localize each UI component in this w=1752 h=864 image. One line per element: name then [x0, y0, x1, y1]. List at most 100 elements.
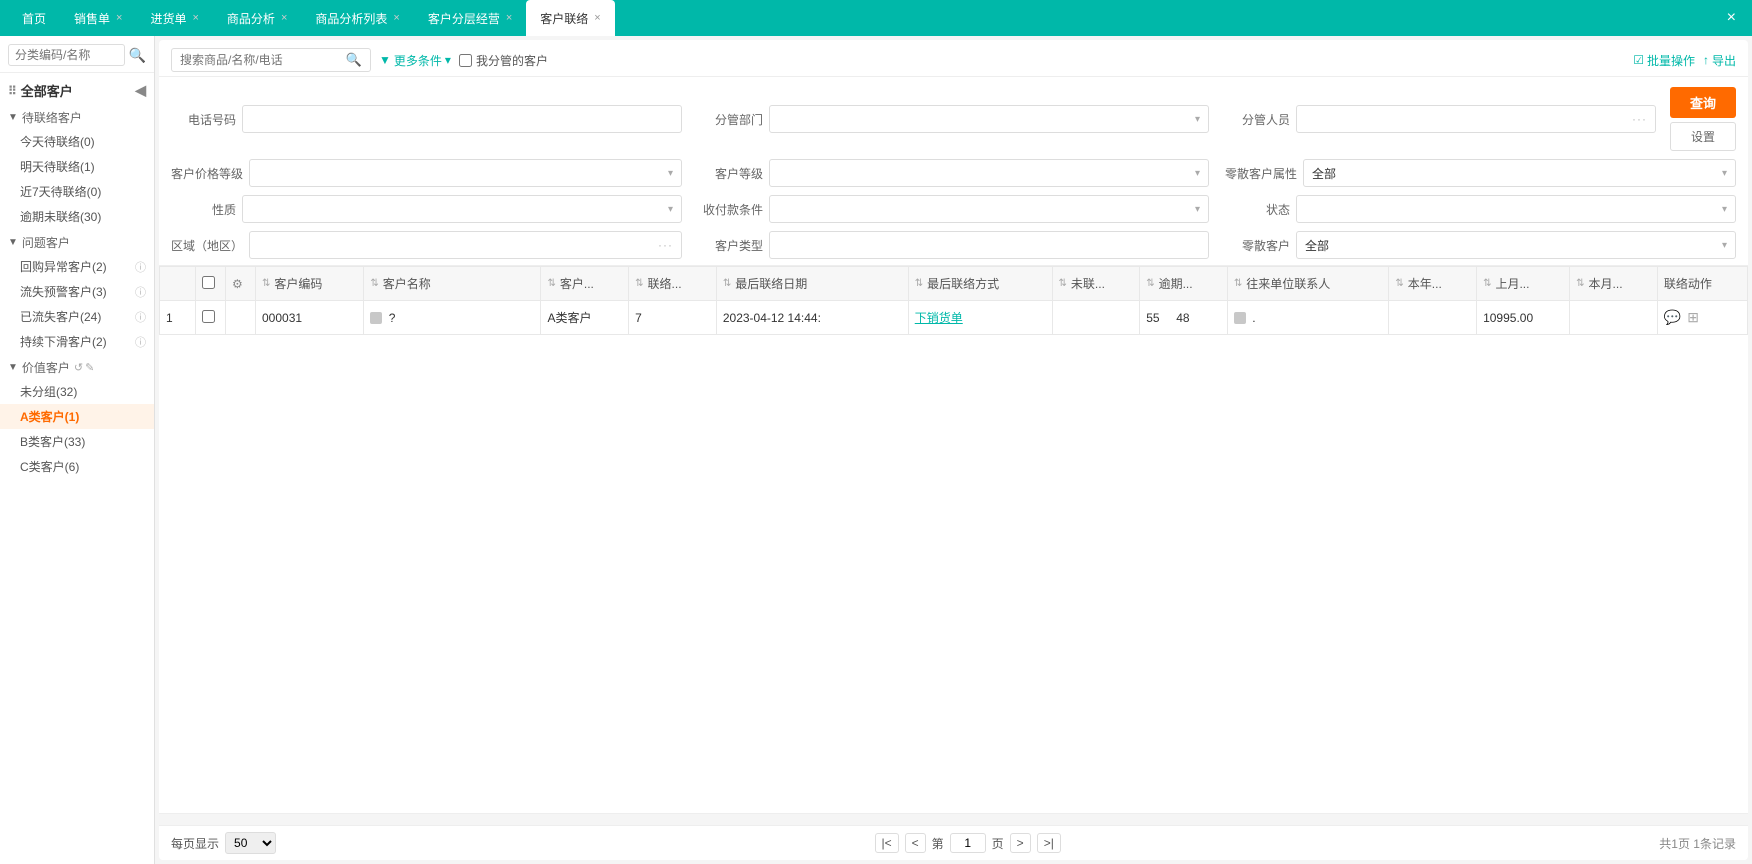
filter-retail: 零散客户 全部 ▾: [1225, 231, 1736, 259]
cust-level-chevron: ▾: [1195, 168, 1200, 179]
query-button[interactable]: 查询: [1670, 87, 1736, 118]
this-month-sort-icon: ⇅: [1576, 278, 1584, 289]
retail-select[interactable]: 全部 ▾: [1296, 231, 1736, 259]
cell-action: 💬 ⊞: [1657, 301, 1747, 335]
cust-type-input[interactable]: [769, 231, 1209, 259]
sidebar-item-c-customers[interactable]: C类客户(6): [0, 454, 154, 479]
price-level-select[interactable]: ▾: [249, 159, 682, 187]
region-label: 区域（地区）: [171, 237, 243, 254]
horizontal-scrollbar[interactable]: [159, 813, 1748, 825]
sidebar-search-input[interactable]: [8, 44, 125, 66]
nav-customer-tier[interactable]: 客户分层经营 ×: [414, 0, 526, 36]
nature-label: 性质: [171, 201, 236, 218]
manager-input[interactable]: ···: [1296, 105, 1656, 133]
sidebar-item-unclassified[interactable]: 未分组(32): [0, 379, 154, 404]
batch-op-btn[interactable]: ☑ 批量操作: [1633, 52, 1695, 69]
status-select[interactable]: ▾: [1296, 195, 1736, 223]
filter-region: 区域（地区） ···: [171, 231, 682, 259]
filter-price-level: 客户价格等级 ▾: [171, 159, 682, 187]
nav-customer-contact[interactable]: 客户联络 ×: [526, 0, 614, 36]
cust-type-label: 客户类型: [698, 237, 763, 254]
grid-action-icon[interactable]: ⊞: [1687, 309, 1699, 326]
export-btn[interactable]: ↑ 导出: [1703, 52, 1736, 69]
unit-sort-icon: ⇅: [1234, 278, 1242, 289]
nav-sales-close[interactable]: ×: [116, 12, 122, 24]
filter-cust-type: 客户类型: [698, 231, 1209, 259]
top-navigation: 首页 销售单 × 进货单 × 商品分析 × 商品分析列表 × 客户分层经营 × …: [0, 0, 1752, 36]
sidebar-collapse-icon[interactable]: ◀: [135, 82, 146, 99]
nav-product-list-close[interactable]: ×: [393, 12, 399, 24]
retail-attr-select[interactable]: 全部 ▾: [1303, 159, 1736, 187]
cust-level-select[interactable]: ▾: [769, 159, 1209, 187]
my-customers-checkbox[interactable]: [459, 54, 472, 67]
dept-select[interactable]: ▾: [769, 105, 1209, 133]
nav-product-analysis[interactable]: 商品分析 ×: [213, 0, 301, 36]
nav-purchase[interactable]: 进货单 ×: [136, 0, 212, 36]
nav-purchase-close[interactable]: ×: [192, 12, 198, 24]
section-pending-contact[interactable]: ▼ 待联络客户: [0, 104, 154, 129]
col-settings-icon: ⚙: [226, 267, 256, 301]
info-icon-2: ⓘ: [135, 284, 146, 300]
next-page-btn[interactable]: >: [1010, 833, 1031, 853]
main-search-input[interactable]: [180, 53, 342, 67]
payment-select[interactable]: ▾: [769, 195, 1209, 223]
refresh-icon[interactable]: ↺: [74, 361, 83, 374]
nature-select[interactable]: ▾: [242, 195, 682, 223]
export-icon: ↑: [1703, 53, 1709, 67]
prev-page-btn[interactable]: <: [905, 833, 926, 853]
col-contact: ⇅ 联络...: [629, 267, 717, 301]
sidebar-item-overdue[interactable]: 逾期未联络(30): [0, 204, 154, 229]
sidebar-item-b-customers[interactable]: B类客户(33): [0, 429, 154, 454]
chevron-down-icon: ▾: [445, 53, 451, 67]
sidebar-search-icon[interactable]: 🔍: [129, 47, 146, 64]
nav-sales[interactable]: 销售单 ×: [60, 0, 136, 36]
retail-chevron: ▾: [1722, 240, 1727, 251]
more-conditions-btn[interactable]: ▼ 更多条件 ▾: [379, 52, 451, 69]
all-customers-label: 全部客户: [21, 81, 73, 100]
last-method-link[interactable]: 下销货单: [915, 311, 963, 325]
filter-bar-right: ☑ 批量操作 ↑ 导出: [1633, 52, 1736, 69]
code-sort-icon: ⇅: [262, 278, 270, 289]
sidebar-item-churn-warning[interactable]: 流失预警客户(3) ⓘ: [0, 279, 154, 304]
info-icon-4: ⓘ: [135, 334, 146, 350]
cell-last-method: 下销货单: [908, 301, 1052, 335]
not-contact-sort-icon: ⇅: [1059, 278, 1067, 289]
filter-status: 状态 ▾: [1225, 195, 1736, 223]
dept-chevron: ▾: [1195, 114, 1200, 125]
last-page-btn[interactable]: >|: [1037, 833, 1061, 853]
price-level-chevron: ▾: [668, 168, 673, 179]
name-sort-icon: ⇅: [370, 278, 378, 289]
nav-product-list[interactable]: 商品分析列表 ×: [301, 0, 413, 36]
region-dots-icon: ···: [658, 238, 673, 252]
comment-action-icon[interactable]: 💬: [1664, 309, 1681, 326]
sidebar-item-repurchase-abnormal[interactable]: 回购异常客户(2) ⓘ: [0, 254, 154, 279]
page-number-input[interactable]: [950, 833, 986, 853]
page-size-select[interactable]: 50 100 200: [225, 832, 276, 854]
section-value-customers[interactable]: ▼ 价值客户 ↺ ✎: [0, 354, 154, 379]
select-all-checkbox[interactable]: [202, 276, 215, 289]
nav-customer-contact-close[interactable]: ×: [594, 12, 600, 24]
nav-product-analysis-close[interactable]: ×: [281, 12, 287, 24]
info-icon-3: ⓘ: [135, 309, 146, 325]
sidebar-item-7days[interactable]: 近7天待联络(0): [0, 179, 154, 204]
sidebar-item-declining[interactable]: 持续下滑客户(2) ⓘ: [0, 329, 154, 354]
sidebar-item-today[interactable]: 今天待联络(0): [0, 129, 154, 154]
sidebar-item-a-customers[interactable]: A类客户(1): [0, 404, 154, 429]
nav-customer-tier-close[interactable]: ×: [506, 12, 512, 24]
nav-home[interactable]: 首页: [8, 0, 60, 36]
sidebar-search-container: 🔍: [0, 36, 154, 73]
table-settings-icon[interactable]: ⚙: [232, 277, 243, 291]
phone-input[interactable]: [242, 105, 682, 133]
sidebar-item-tomorrow[interactable]: 明天待联络(1): [0, 154, 154, 179]
sidebar-header: ⠿ 全部客户 ◀: [0, 73, 154, 104]
main-search-icon[interactable]: 🔍: [346, 52, 362, 68]
edit-icon[interactable]: ✎: [85, 361, 94, 374]
settings-button[interactable]: 设置: [1670, 122, 1736, 151]
cell-unit-contact: .: [1227, 301, 1389, 335]
region-select[interactable]: ···: [249, 231, 682, 259]
row-checkbox[interactable]: [202, 310, 215, 323]
sidebar-item-churned[interactable]: 已流失客户(24) ⓘ: [0, 304, 154, 329]
section-problem-customers[interactable]: ▼ 问题客户: [0, 229, 154, 254]
first-page-btn[interactable]: |<: [875, 833, 899, 853]
close-all-tabs[interactable]: ×: [1719, 9, 1744, 27]
